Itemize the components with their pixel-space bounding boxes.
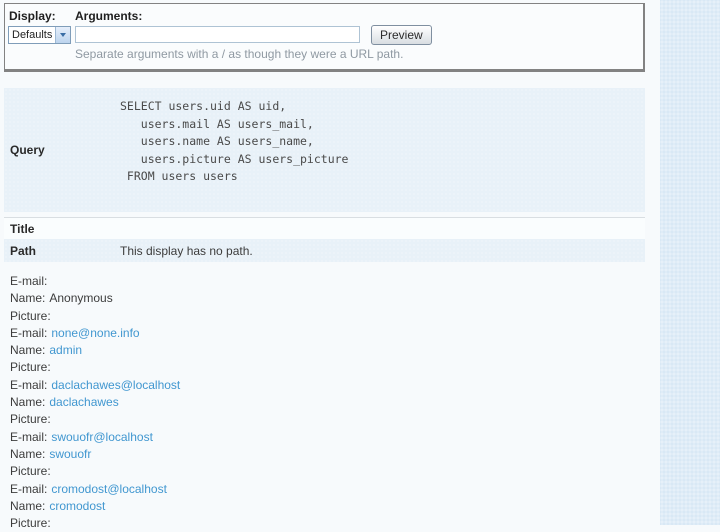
email-link[interactable]: none@none.info	[51, 326, 139, 340]
path-row: Path This display has no path.	[4, 239, 645, 262]
field-label: Name:	[10, 395, 46, 410]
view-output-list: E-mail: Name: Anonymous Picture: E-mail: n…	[4, 273, 645, 532]
field-label: Name:	[10, 291, 46, 306]
query-row-label: Query	[10, 143, 45, 157]
field-row: Picture:	[10, 308, 645, 325]
title-row: Title	[4, 217, 645, 239]
field-row: Picture:	[10, 359, 645, 376]
field-label: E-mail:	[10, 481, 48, 496]
title-row-label: Title	[10, 221, 35, 236]
field-row: Picture:	[10, 463, 645, 480]
username-link[interactable]: admin	[49, 343, 82, 357]
chevron-down-icon	[60, 33, 66, 37]
field-row: Name: cromodost	[10, 498, 645, 515]
field-label: Picture:	[10, 516, 51, 531]
field-label: Picture:	[10, 464, 51, 479]
preview-button[interactable]: Preview	[371, 25, 432, 45]
field-row: E-mail: cromodost@localhost	[10, 481, 645, 498]
field-label: Name:	[10, 498, 46, 513]
field-label: Picture:	[10, 412, 51, 427]
arguments-help-text: Separate arguments with a / as though th…	[75, 47, 404, 61]
email-link[interactable]: cromodost@localhost	[51, 482, 167, 496]
page-background-strip	[660, 0, 720, 525]
username-link[interactable]: daclachawes	[49, 395, 118, 409]
username-link[interactable]: swouofr	[49, 447, 91, 461]
query-sql-text: SELECT users.uid AS uid, users.mail AS u…	[120, 99, 349, 183]
display-label: Display:	[9, 9, 56, 23]
email-link[interactable]: daclachawes@localhost	[51, 378, 180, 392]
field-label: E-mail:	[10, 429, 48, 444]
field-row: Name: daclachawes	[10, 394, 645, 411]
path-row-label: Path	[10, 243, 37, 258]
field-label: E-mail:	[10, 274, 48, 288]
field-row: E-mail: none@none.info	[10, 325, 645, 342]
field-row: Picture:	[10, 515, 645, 532]
field-row: Name: Anonymous	[10, 290, 645, 307]
display-select[interactable]: Defaults	[8, 26, 71, 44]
field-row: Name: swouofr	[10, 446, 645, 463]
field-label: Picture:	[10, 360, 51, 375]
path-row-content: This display has no path.	[120, 239, 645, 262]
preview-form-panel: Display: Defaults Arguments: Preview Sep…	[4, 3, 645, 72]
field-label: Picture:	[10, 308, 51, 323]
field-row: Picture:	[10, 411, 645, 428]
display-select-value: Defaults	[12, 29, 53, 41]
field-label: E-mail:	[10, 325, 48, 340]
field-label: Name:	[10, 343, 46, 358]
views-preview-area: Display: Defaults Arguments: Preview Sep…	[4, 0, 645, 532]
field-label: E-mail:	[10, 377, 48, 392]
field-row: E-mail: swouofr@localhost	[10, 429, 645, 446]
username-link[interactable]: cromodost	[49, 499, 105, 513]
path-row-value: This display has no path.	[120, 243, 253, 258]
field-row: Name: admin	[10, 342, 645, 359]
field-row: E-mail:	[10, 273, 645, 290]
field-label: Name:	[10, 446, 46, 461]
query-row: Query SELECT users.uid AS uid, users.mai…	[4, 88, 645, 212]
title-row-content	[120, 218, 645, 239]
arguments-input[interactable]	[75, 26, 360, 43]
email-link[interactable]: swouofr@localhost	[51, 430, 153, 444]
arguments-label: Arguments:	[75, 9, 143, 23]
field-value: Anonymous	[49, 291, 113, 306]
select-dropdown-button[interactable]	[55, 27, 70, 43]
query-row-content: SELECT users.uid AS uid, users.mail AS u…	[120, 88, 645, 212]
field-row: E-mail: daclachawes@localhost	[10, 377, 645, 394]
